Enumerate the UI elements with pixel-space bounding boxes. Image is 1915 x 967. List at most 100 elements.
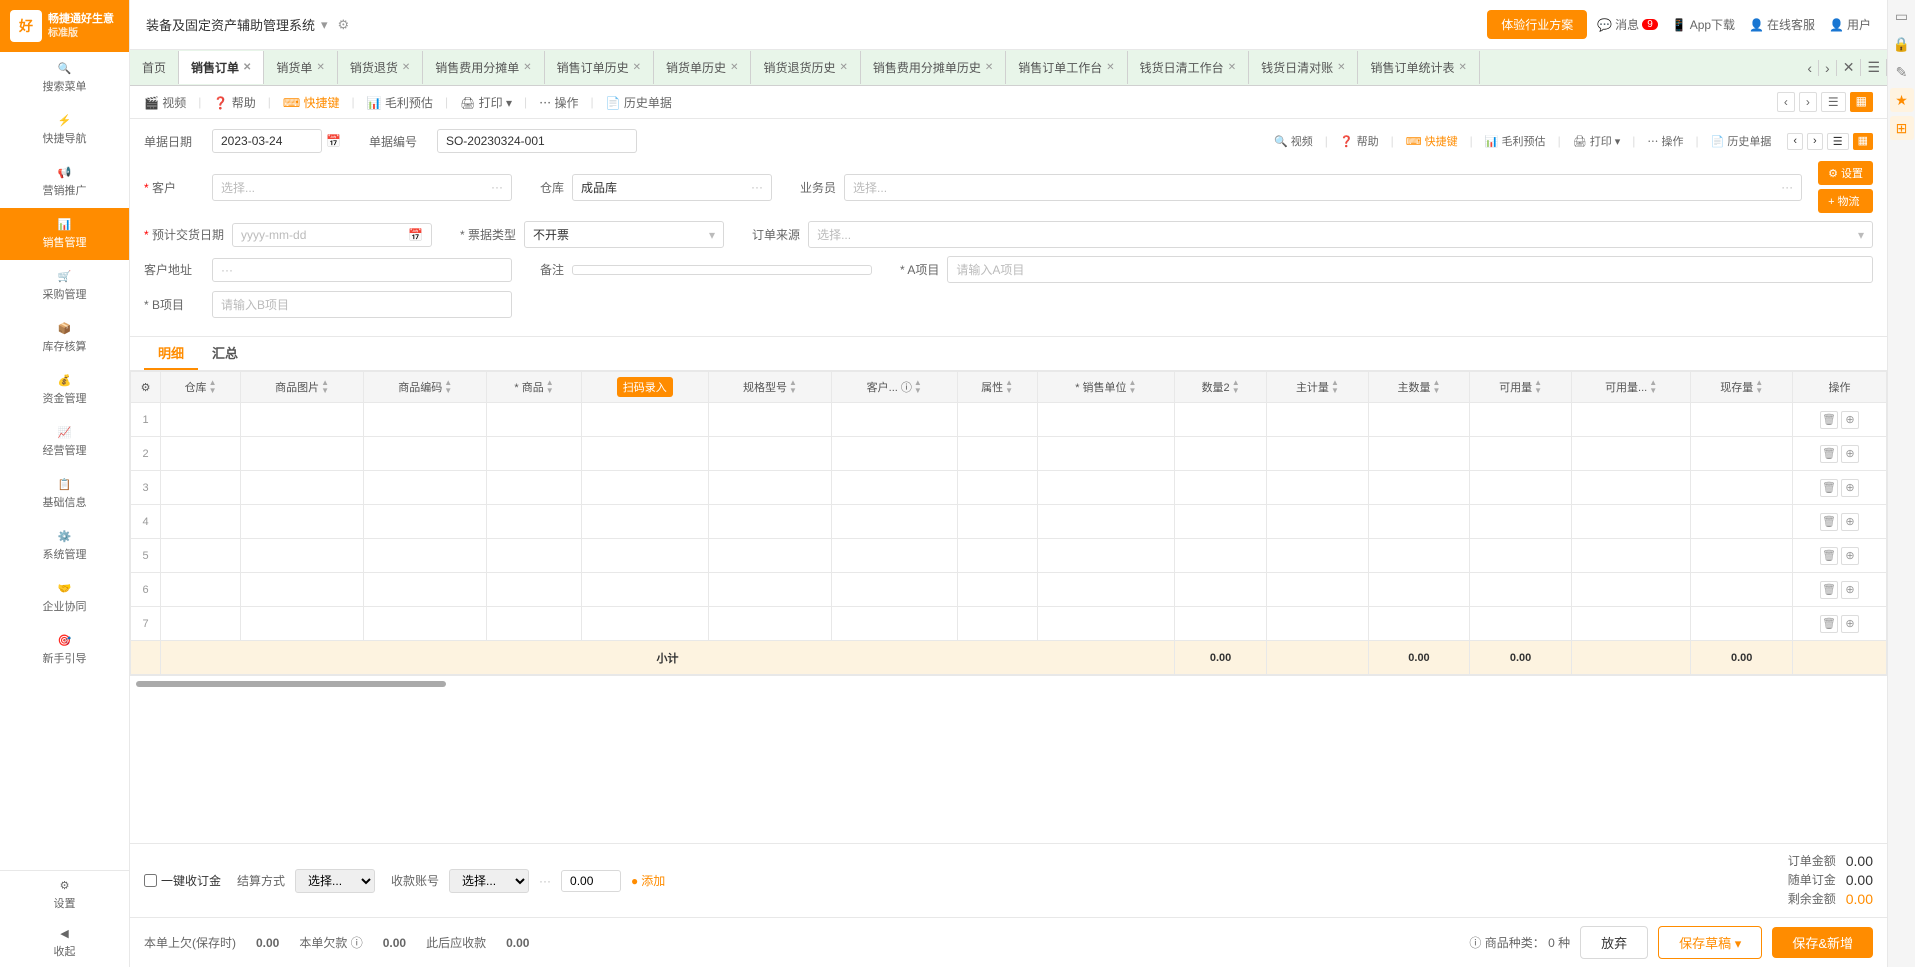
online-service-btn[interactable]: 👤 在线客服: [1749, 16, 1815, 33]
cell-1-5[interactable]: [581, 403, 708, 437]
cell-3-12[interactable]: [1368, 471, 1470, 505]
row-action-7[interactable]: 🗑 ⊕: [1792, 607, 1886, 641]
discard-btn[interactable]: 放弃: [1580, 926, 1648, 959]
cell-3-3[interactable]: [364, 471, 487, 505]
one-click-checkbox[interactable]: 一键收订金: [144, 872, 221, 889]
cell-7-11[interactable]: [1267, 607, 1369, 641]
toolbar-nav-prev[interactable]: ‹: [1777, 92, 1795, 112]
row-action-1[interactable]: 🗑 ⊕: [1792, 403, 1886, 437]
cell-6-8[interactable]: [957, 573, 1037, 607]
cell-5-4[interactable]: [487, 539, 581, 573]
cell-3-1[interactable]: [161, 471, 241, 505]
cell-1-3[interactable]: [364, 403, 487, 437]
cell-3-2[interactable]: [241, 471, 364, 505]
cell-7-1[interactable]: [161, 607, 241, 641]
row-action-3[interactable]: 🗑 ⊕: [1792, 471, 1886, 505]
tab-9[interactable]: 销售订单工作台✕: [1006, 51, 1127, 84]
col-setting[interactable]: ⚙: [131, 372, 161, 403]
cell-2-14[interactable]: [1571, 437, 1691, 471]
cell-1-12[interactable]: [1368, 403, 1470, 437]
row-action-5[interactable]: 🗑 ⊕: [1792, 539, 1886, 573]
message-btn[interactable]: 💬 消息 9: [1597, 16, 1658, 33]
nav-next-icon[interactable]: ›: [1807, 133, 1823, 150]
cell-3-9[interactable]: [1037, 471, 1174, 505]
app-download-btn[interactable]: 📱 App下载: [1672, 16, 1735, 33]
cell-6-4[interactable]: [487, 573, 581, 607]
tab-close-11[interactable]: ✕: [1337, 62, 1345, 73]
cell-2-13[interactable]: [1470, 437, 1572, 471]
cell-3-10[interactable]: [1175, 471, 1267, 505]
industry-btn[interactable]: 体验行业方案: [1487, 10, 1587, 39]
cell-6-2[interactable]: [241, 573, 364, 607]
cell-1-4[interactable]: [487, 403, 581, 437]
toolbar-table-icon[interactable]: ▦: [1850, 92, 1873, 112]
cell-5-6[interactable]: [708, 539, 831, 573]
cell-3-14[interactable]: [1571, 471, 1691, 505]
tab-close-5[interactable]: ✕: [633, 62, 641, 73]
cell-7-12[interactable]: [1368, 607, 1470, 641]
grid-view-icon[interactable]: ☰: [1827, 133, 1849, 150]
cell-1-13[interactable]: [1470, 403, 1572, 437]
cell-4-13[interactable]: [1470, 505, 1572, 539]
calendar2-icon[interactable]: 📅: [408, 228, 423, 242]
cell-6-5[interactable]: [581, 573, 708, 607]
cell-4-9[interactable]: [1037, 505, 1174, 539]
cell-2-9[interactable]: [1037, 437, 1174, 471]
calendar-icon[interactable]: 📅: [326, 134, 341, 148]
cell-7-8[interactable]: [957, 607, 1037, 641]
right-panel-icon-2[interactable]: 🔒: [1890, 32, 1914, 56]
cell-4-1[interactable]: [161, 505, 241, 539]
sidebar-item-快捷导航[interactable]: ⚡快捷导航: [0, 104, 129, 156]
tab-close-4[interactable]: ✕: [523, 62, 531, 73]
address-input[interactable]: ···: [221, 263, 503, 277]
cell-7-14[interactable]: [1571, 607, 1691, 641]
cell-7-2[interactable]: [241, 607, 364, 641]
delete-icon-4[interactable]: 🗑: [1820, 513, 1838, 531]
cell-7-7[interactable]: [832, 607, 958, 641]
sidebar-item-基础信息[interactable]: 📋基础信息: [0, 468, 129, 520]
sidebar-item-销售管理[interactable]: 📊销售管理: [0, 208, 129, 260]
tab-close-7[interactable]: ✕: [839, 62, 847, 73]
a-project-input[interactable]: 请输入A项目: [956, 261, 1864, 278]
delivery-input[interactable]: yyyy-mm-dd: [241, 228, 408, 242]
payment-select[interactable]: 选择...: [295, 869, 375, 893]
tab-close-all[interactable]: ✕: [1837, 59, 1862, 76]
cell-7-13[interactable]: [1470, 607, 1572, 641]
cell-3-13[interactable]: [1470, 471, 1572, 505]
cell-3-8[interactable]: [957, 471, 1037, 505]
cell-5-14[interactable]: [1571, 539, 1691, 573]
toolbar-video[interactable]: 🎬 视频: [144, 94, 186, 111]
sidebar-item-采购管理[interactable]: 🛒采购管理: [0, 260, 129, 312]
toolbar-shortcuts[interactable]: ⌨ 快捷键: [283, 94, 340, 111]
cell-2-8[interactable]: [957, 437, 1037, 471]
tab-10[interactable]: 钱货日清工作台✕: [1128, 51, 1249, 84]
toolbar-view[interactable]: 🔍 视频: [1274, 133, 1313, 149]
tab-close-9[interactable]: ✕: [1106, 62, 1114, 73]
cell-1-11[interactable]: [1267, 403, 1369, 437]
cell-4-8[interactable]: [957, 505, 1037, 539]
cell-1-7[interactable]: [832, 403, 958, 437]
delete-icon-5[interactable]: 🗑: [1820, 547, 1838, 565]
cell-7-6[interactable]: [708, 607, 831, 641]
cell-1-10[interactable]: [1175, 403, 1267, 437]
cell-4-10[interactable]: [1175, 505, 1267, 539]
cell-6-14[interactable]: [1571, 573, 1691, 607]
toolbar-print2[interactable]: 🖨 打印 ▾: [1573, 133, 1621, 149]
sidebar-item-企业协同[interactable]: 🤝企业协同: [0, 572, 129, 624]
copy-icon-4[interactable]: ⊕: [1841, 513, 1859, 531]
toolbar-shortcuts2[interactable]: ⌨ 快捷键: [1406, 133, 1458, 149]
right-panel-icon-4[interactable]: ★: [1890, 88, 1914, 112]
cell-2-6[interactable]: [708, 437, 831, 471]
cell-5-8[interactable]: [957, 539, 1037, 573]
cell-5-5[interactable]: [581, 539, 708, 573]
cell-4-2[interactable]: [241, 505, 364, 539]
cell-5-13[interactable]: [1470, 539, 1572, 573]
account-select[interactable]: 选择...: [449, 869, 529, 893]
right-panel-icon-3[interactable]: ✎: [1890, 60, 1914, 84]
cell-4-6[interactable]: [708, 505, 831, 539]
delete-icon-3[interactable]: 🗑: [1820, 479, 1838, 497]
cell-7-10[interactable]: [1175, 607, 1267, 641]
cell-1-14[interactable]: [1571, 403, 1691, 437]
toolbar-grid-icon[interactable]: ☰: [1821, 92, 1846, 112]
toolbar-help2[interactable]: ❓ 帮助: [1340, 133, 1379, 149]
